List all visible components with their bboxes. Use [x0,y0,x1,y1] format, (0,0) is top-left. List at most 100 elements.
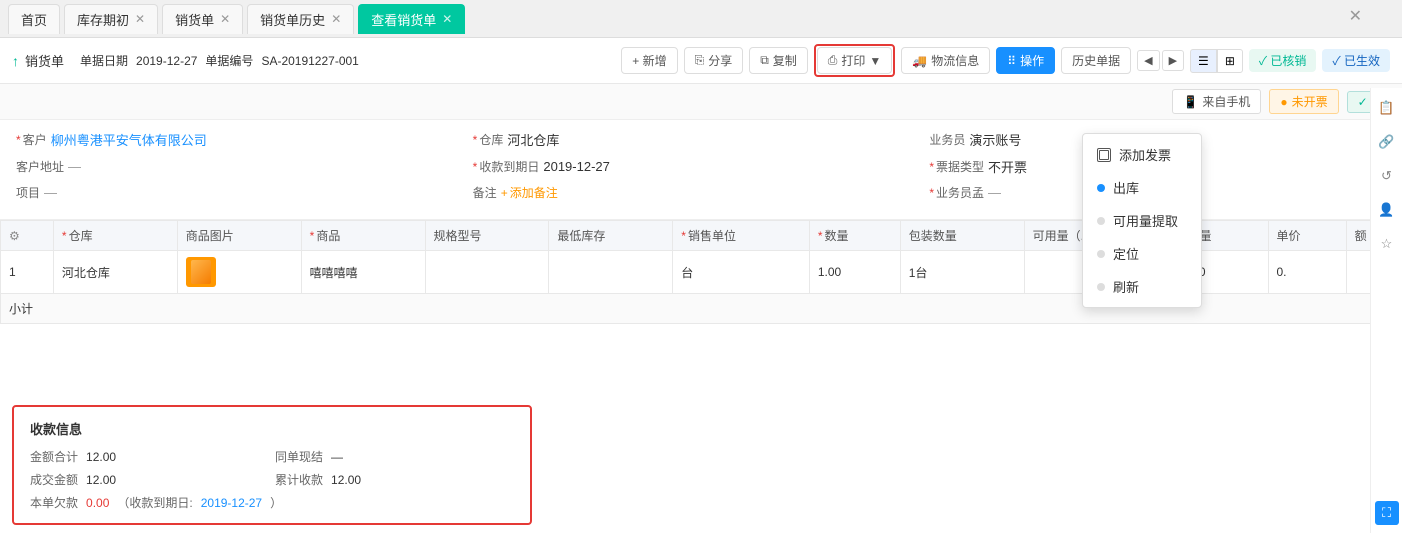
new-button[interactable]: + 新增 [621,47,677,74]
amount-value: 12.00 [86,450,116,464]
add-invoice-item[interactable]: 添加发票 [1083,138,1201,171]
salesperson-value: 演示账号 [969,130,1021,149]
nav-arrows: ◀ ▶ [1137,50,1184,71]
tab-inventory-close[interactable]: ✕ [135,12,145,26]
outstanding-date: 2019-12-27 [201,496,262,510]
col-spec: 规格型号 [425,221,549,251]
history-button[interactable]: 历史单据 [1061,47,1131,74]
required-star: * [62,229,67,243]
sidebar-note-icon[interactable]: 📋 [1375,96,1399,120]
customer-label: 客户 [16,131,47,148]
row-pack-qty: 1台 [900,251,1024,294]
payment-date-value: 2019-12-27 [543,159,610,174]
col-sales-unit: *销售单位 [673,221,810,251]
view-toggle: ☰ ⊞ [1190,49,1243,73]
tab-sales[interactable]: 销货单 ✕ [162,4,243,34]
tab-bar: 首页 库存期初 ✕ 销货单 ✕ 销货单历史 ✕ 查看销货单 ✕ ✕ [0,0,1402,38]
available-extract-icon [1097,217,1105,225]
outbound-item[interactable]: 出库 [1083,171,1201,204]
not-open-invoice-button[interactable]: ● 未开票 [1269,89,1338,114]
payment-date-field: 收款到期日 2019-12-27 [473,158,930,175]
tab-sales-history[interactable]: 销货单历史 ✕ [247,4,354,34]
sidebar-user-icon[interactable]: 👤 [1375,198,1399,222]
nav-prev-button[interactable]: ◀ [1137,50,1159,71]
project-value: — [44,185,57,200]
available-extract-item[interactable]: 可用量提取 [1083,204,1201,237]
doc-header-left: ↑ 销货单 单据日期 2019-12-27 单据编号 SA-20191227-0… [12,51,359,70]
sidebar-expand-icon[interactable]: ⛶ [1375,501,1399,525]
customer-value[interactable]: 柳州粤港平安气体有限公司 [51,130,207,149]
row-sales-unit: 台 [673,251,810,294]
settings-icon[interactable]: ⚙ [9,229,20,243]
print-icon: ⎙ [828,53,838,68]
print-highlight-box: ⎙ 打印 ▼ [814,44,896,77]
copy-icon: ⧉ [760,53,769,68]
row-product: 嘻嘻嘻嘻 [301,251,425,294]
logistics-icon: 🚚 [912,54,927,68]
warehouse-value: 河北仓库 [507,130,559,149]
window-close-button[interactable]: ✕ [1349,6,1362,26]
cumulative-row: 累计收款 12.00 [275,471,514,488]
document-header: ↑ 销货单 单据日期 2019-12-27 单据编号 SA-20191227-0… [0,38,1402,84]
number-label: 单据编号 [205,52,253,69]
locate-item[interactable]: 定位 [1083,237,1201,270]
share-button[interactable]: ⎘ 分享 [684,47,744,74]
same-order-row: 同单现结 — [275,448,514,465]
tab-sales-close[interactable]: ✕ [220,12,230,26]
salesperson2-value: — [988,185,1001,200]
print-dropdown-arrow: ▼ [869,54,881,68]
same-order-label: 同单现结 [275,448,323,465]
deal-amount-row: 成交金额 12.00 [30,471,269,488]
col-min-stock: 最低库存 [549,221,673,251]
tab-inventory[interactable]: 库存期初 ✕ [64,4,158,34]
sidebar-star-icon[interactable]: ☆ [1375,232,1399,256]
operations-dropdown: 添加发票 出库 可用量提取 定位 刷新 [1082,133,1202,308]
col-product-img: 商品图片 [177,221,301,251]
warehouse-label: 仓库 [473,131,504,148]
tab-sales-history-close[interactable]: ✕ [331,12,341,26]
from-phone-button[interactable]: 📱 来自手机 [1172,89,1261,114]
customer-addr-label: 客户地址 [16,158,64,175]
copy-button[interactable]: ⧉ 复制 [749,47,808,74]
outstanding-note: （收款到期日: [117,494,192,511]
sidebar-link-icon[interactable]: 🔗 [1375,130,1399,154]
print-button[interactable]: ⎙ 打印 ▼ [817,47,893,74]
product-image-inner [191,260,211,284]
view-grid-button[interactable]: ⊞ [1217,49,1243,73]
date-label: 单据日期 [80,52,128,69]
payment-info-rows: 金额合计 12.00 同单现结 — 成交金额 12.00 累计收款 12.00 … [30,448,514,511]
phone-icon: 📱 [1183,95,1198,109]
warehouse-field: 仓库 河北仓库 [473,130,930,149]
amount-row: 金额合计 12.00 [30,448,269,465]
col-settings[interactable]: ⚙ [1,221,54,251]
view-list-button[interactable]: ☰ [1190,49,1217,73]
doc-meta: 单据日期 2019-12-27 单据编号 SA-20191227-001 [80,52,359,69]
add-invoice-icon [1097,148,1111,162]
sidebar-refresh-icon[interactable]: ↺ [1375,164,1399,188]
logistics-button[interactable]: 🚚 物流信息 [901,47,990,74]
refresh-item[interactable]: 刷新 [1083,270,1201,303]
locate-icon [1097,250,1105,258]
doc-type-icon: ↑ [12,53,19,69]
deal-amount-label: 成交金额 [30,471,78,488]
col-warehouse: *仓库 [53,221,177,251]
document-toolbar: 📱 来自手机 ● 未开票 ✓ E [0,84,1402,120]
right-sidebar: 📋 🔗 ↺ 👤 ☆ ⛶ [1370,88,1402,533]
ticket-type-value: 不开票 [988,157,1027,176]
tab-view-sales-close[interactable]: ✕ [442,12,452,26]
row-min-stock [549,251,673,294]
nav-next-button[interactable]: ▶ [1162,50,1184,71]
note-label: 备注 [473,184,497,201]
doc-header-right: + 新增 ⎘ 分享 ⧉ 复制 ⎙ 打印 ▼ 🚚 [621,44,1390,77]
note-field: 备注 添加备注 [473,184,930,201]
operate-button[interactable]: ⠿ 操作 [996,47,1055,74]
tab-view-sales[interactable]: 查看销货单 ✕ [358,4,465,34]
col-pack-qty: 包装数量 [900,221,1024,251]
add-note-button[interactable]: 添加备注 [501,184,558,201]
deal-amount-value: 12.00 [86,473,116,487]
customer-addr-value: — [68,159,81,174]
tab-home[interactable]: 首页 [8,4,60,34]
outstanding-value: 0.00 [86,496,109,510]
required-star4: * [818,229,823,243]
outstanding-row: 本单欠款 0.00 （收款到期日: 2019-12-27 ） [30,494,514,511]
